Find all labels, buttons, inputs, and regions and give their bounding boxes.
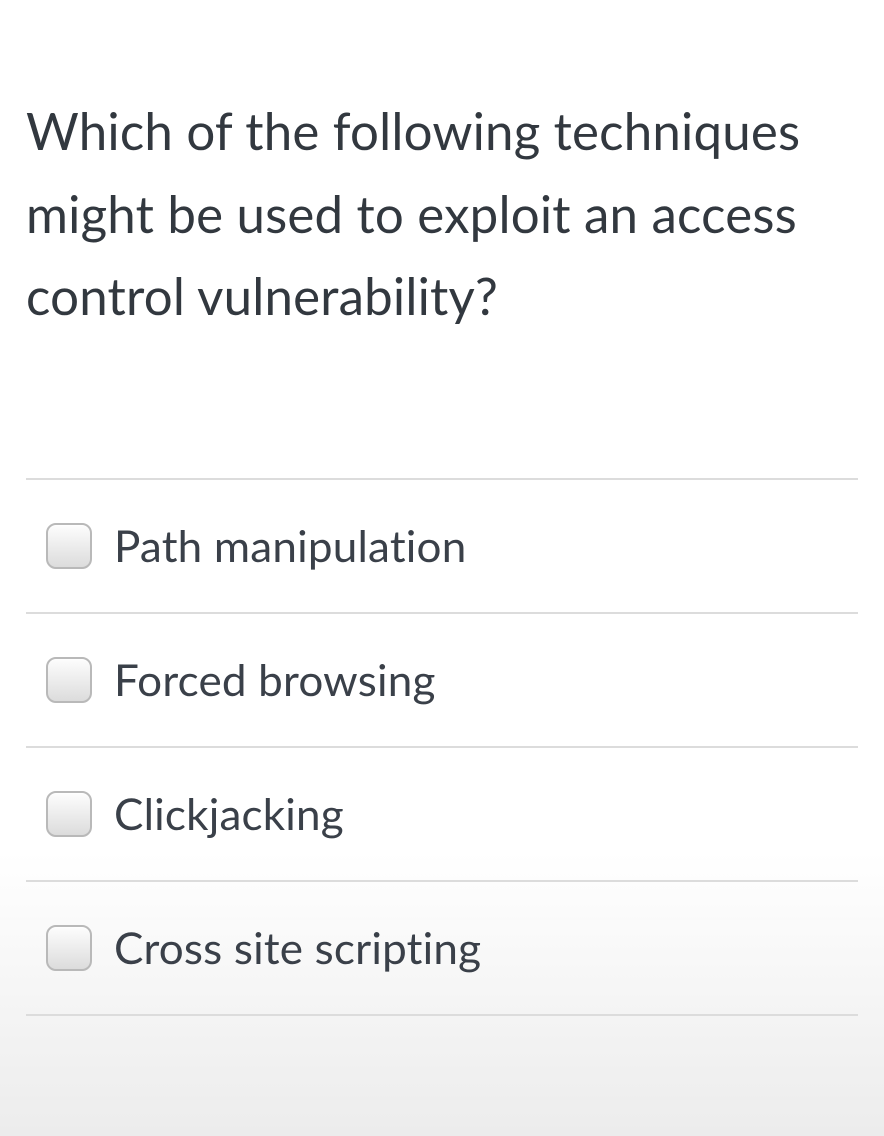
option-label: Cross site scripting [114,922,481,974]
checkbox-icon[interactable] [46,791,92,837]
option-row[interactable]: Cross site scripting [26,882,858,1016]
option-row[interactable]: Forced browsing [26,614,858,748]
option-label: Path manipulation [114,520,466,572]
option-row[interactable]: Clickjacking [26,748,858,882]
checkbox-icon[interactable] [46,657,92,703]
option-label: Clickjacking [114,788,344,840]
option-label: Forced browsing [114,654,436,706]
checkbox-icon[interactable] [46,925,92,971]
question-text: Which of the following techniques might … [26,90,858,338]
option-row[interactable]: Path manipulation [26,480,858,614]
options-list: Path manipulation Forced browsing Clickj… [26,478,858,1016]
checkbox-icon[interactable] [46,523,92,569]
